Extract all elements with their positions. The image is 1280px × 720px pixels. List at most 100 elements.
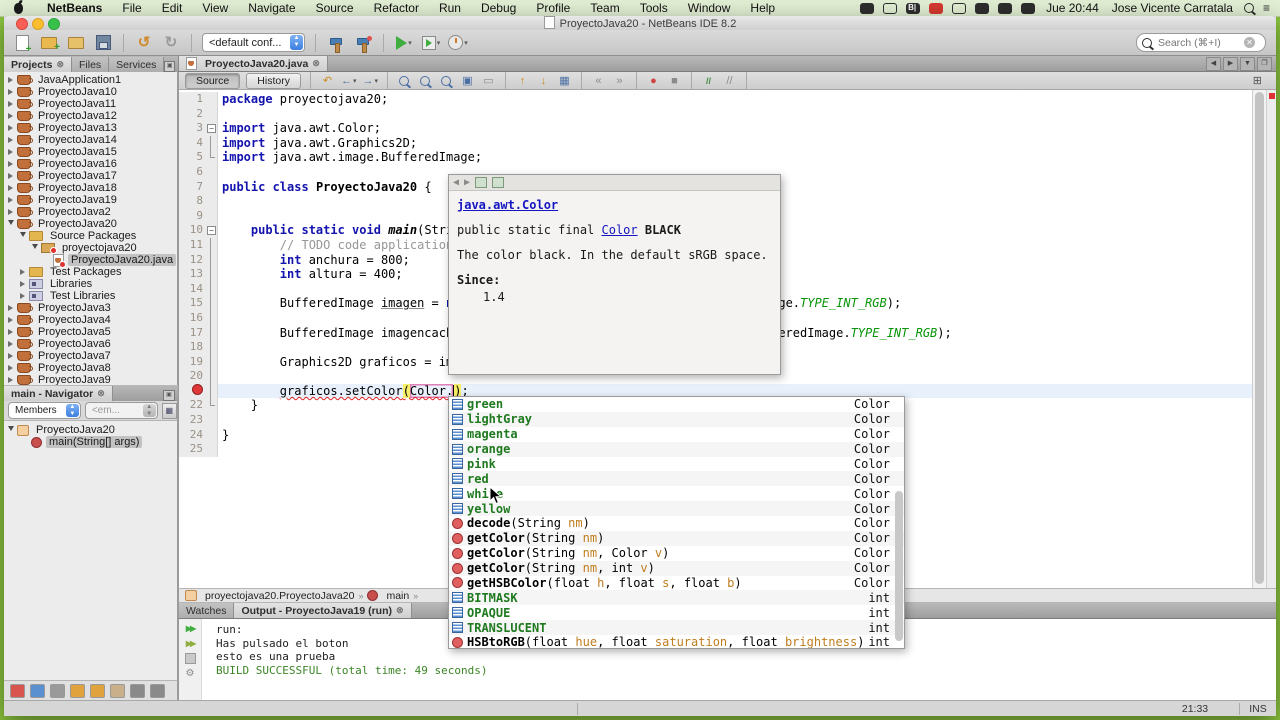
debug-project-icon[interactable]: ▾ — [421, 33, 441, 53]
menu-run[interactable]: Run — [429, 1, 471, 15]
completion-item-orange[interactable]: orange Color — [449, 441, 904, 457]
tree-item-libraries[interactable]: Libraries — [4, 278, 177, 290]
open-project-icon[interactable] — [66, 33, 86, 53]
line-number[interactable]: 24 — [179, 427, 206, 443]
clean-and-build-project-icon[interactable] — [353, 33, 373, 53]
code-line-1[interactable]: 1 package proyectojava20; — [179, 92, 1252, 107]
expand-arrow-icon[interactable] — [8, 338, 17, 350]
error-icon[interactable] — [192, 383, 203, 395]
type-link[interactable]: Color — [602, 223, 638, 237]
new-project-icon[interactable] — [39, 33, 60, 53]
fold-mid-icon[interactable] — [206, 296, 218, 311]
menu-source[interactable]: Source — [306, 1, 364, 15]
line-number[interactable]: 5 — [179, 150, 206, 165]
tree-item-proyectojava20.java[interactable]: ProyectoJava20.java — [4, 253, 177, 268]
tree-item-proyectojava8[interactable]: ProyectoJava8 — [4, 362, 177, 374]
close-icon[interactable]: ⊗ — [312, 58, 320, 69]
tree-item-proyectojava13[interactable]: ProyectoJava13 — [4, 122, 177, 134]
shift-right-icon[interactable]: » — [612, 73, 627, 88]
menu-netbeans[interactable]: NetBeans — [37, 1, 112, 15]
line-number[interactable]: 22 — [179, 398, 206, 414]
line-number[interactable]: 17 — [179, 325, 206, 341]
notification-center-icon[interactable]: ≡ — [1263, 1, 1270, 15]
menu-edit[interactable]: Edit — [152, 1, 193, 15]
redo-icon[interactable]: ↻ — [161, 33, 181, 53]
forward-icon[interactable]: → ▾ — [362, 73, 378, 88]
menu-clock[interactable]: Jue 20:44 — [1044, 1, 1101, 15]
stop-macro-icon[interactable]: ■ — [667, 73, 682, 88]
line-number[interactable]: 8 — [179, 194, 206, 209]
start-macro-icon[interactable]: ● — [646, 73, 661, 88]
find-previous-icon[interactable] — [418, 73, 433, 88]
expand-arrow-icon[interactable] — [8, 302, 17, 314]
completion-item-TRANSLUCENT[interactable]: TRANSLUCENT int — [449, 620, 904, 635]
line-number[interactable]: 15 — [179, 296, 206, 311]
expand-arrow-icon[interactable] — [8, 182, 17, 194]
expand-arrow-icon[interactable] — [32, 242, 41, 254]
history-view-button[interactable]: History — [246, 72, 301, 89]
tree-item-proyectojava10[interactable]: ProyectoJava10 — [4, 86, 177, 98]
bootcamp-icon[interactable] — [906, 2, 921, 14]
completion-item-red[interactable]: red Color — [449, 471, 904, 487]
expand-arrow-icon[interactable] — [8, 326, 17, 338]
javadoc-back-icon[interactable]: ◀ — [453, 177, 459, 188]
error-mark[interactable] — [1269, 93, 1275, 99]
stop-build-icon[interactable] — [183, 652, 197, 664]
navigator-item-class[interactable]: ProyectoJava20 — [4, 424, 177, 436]
expand-arrow-icon[interactable] — [8, 206, 17, 218]
projects-tree[interactable]: JavaApplication1 ProyectoJava10 ProyectoJa… — [4, 72, 178, 385]
show-fields-icon[interactable] — [30, 683, 45, 698]
completion-item-yellow[interactable]: yellow Color — [449, 501, 904, 516]
editor-vertical-scrollbar[interactable] — [1252, 90, 1266, 588]
fold-mid-icon[interactable] — [206, 267, 218, 282]
navigator-filter-combo[interactable]: <em... ▲ ▼ — [84, 402, 158, 419]
completion-item-getColor[interactable]: getColor (String nm, Color v) Color — [449, 546, 904, 561]
expand-arrow-icon[interactable] — [8, 194, 17, 206]
sort-alphabetically-icon[interactable] — [130, 683, 145, 698]
menu-navigate[interactable]: Navigate — [238, 1, 305, 15]
previous-occurrence-icon[interactable]: ↑ — [515, 73, 530, 88]
select-in-icon[interactable]: ▣ — [460, 73, 475, 88]
tree-item-proyectojava11[interactable]: ProyectoJava11 — [4, 98, 177, 110]
close-icon[interactable]: ⊗ — [97, 388, 105, 399]
rectangular-selection-icon[interactable]: ▭ — [481, 73, 496, 88]
spotlight-icon[interactable] — [1243, 3, 1254, 13]
completion-item-OPAQUE[interactable]: OPAQUE int — [449, 605, 904, 620]
code-line-5[interactable]: 5 import java.awt.image.BufferedImage; — [179, 150, 1252, 165]
fold-mid-icon[interactable] — [206, 281, 218, 297]
show-inherited-icon[interactable] — [10, 683, 25, 698]
eject-icon[interactable] — [1021, 2, 1036, 14]
line-number[interactable]: 12 — [179, 252, 206, 268]
close-icon[interactable]: ⊗ — [396, 605, 404, 616]
tab-watches[interactable]: Watches — [179, 603, 235, 618]
menu-tools[interactable]: Tools — [630, 1, 678, 15]
expand-arrow-icon[interactable] — [8, 374, 17, 385]
navigator-sort-button[interactable]: ▦ — [161, 402, 177, 419]
tree-item-proyectojava18[interactable]: ProyectoJava18 — [4, 182, 177, 194]
rerun-icon[interactable]: ▶▶ — [183, 622, 197, 634]
tree-item-proyectojava16[interactable]: ProyectoJava16 — [4, 158, 177, 170]
breadcrumb-item[interactable]: proyectojava20.ProyectoJava20 — [205, 590, 354, 602]
tab-proyectojava20-java[interactable]: ProyectoJava20.java ⊗ — [179, 56, 328, 71]
remote-icon[interactable] — [929, 2, 944, 14]
line-number[interactable]: 16 — [179, 310, 206, 326]
completion-item-getColor[interactable]: getColor (String nm, int v) Color — [449, 560, 904, 576]
line-number[interactable]: 7 — [179, 179, 206, 195]
clear-search-icon[interactable]: ✕ — [1244, 37, 1255, 48]
scroll-tabs-left-icon[interactable]: ◀ — [1206, 57, 1221, 71]
build-project-icon[interactable] — [326, 33, 346, 53]
line-number[interactable]: 25 — [179, 442, 206, 457]
fold-end-icon[interactable] — [206, 398, 218, 414]
javadoc-class-link[interactable]: java.awt.Color — [457, 198, 558, 212]
apple-menu-icon[interactable] — [14, 2, 23, 14]
line-number[interactable]: 11 — [179, 237, 206, 253]
fold-mid-icon[interactable] — [206, 369, 218, 384]
new-file-icon[interactable] — [12, 33, 32, 55]
minimize-window-button[interactable] — [32, 18, 44, 30]
tree-item-proyectojava2[interactable]: ProyectoJava2 — [4, 206, 177, 218]
tab-services[interactable]: Services — [109, 57, 165, 72]
fully-qualified-names-icon[interactable] — [110, 683, 125, 698]
configuration-combo[interactable]: <default conf... ▲ ▼ — [202, 33, 305, 52]
expand-arrow-icon[interactable] — [20, 278, 29, 290]
build-settings-icon[interactable]: ⚙ — [183, 667, 197, 679]
